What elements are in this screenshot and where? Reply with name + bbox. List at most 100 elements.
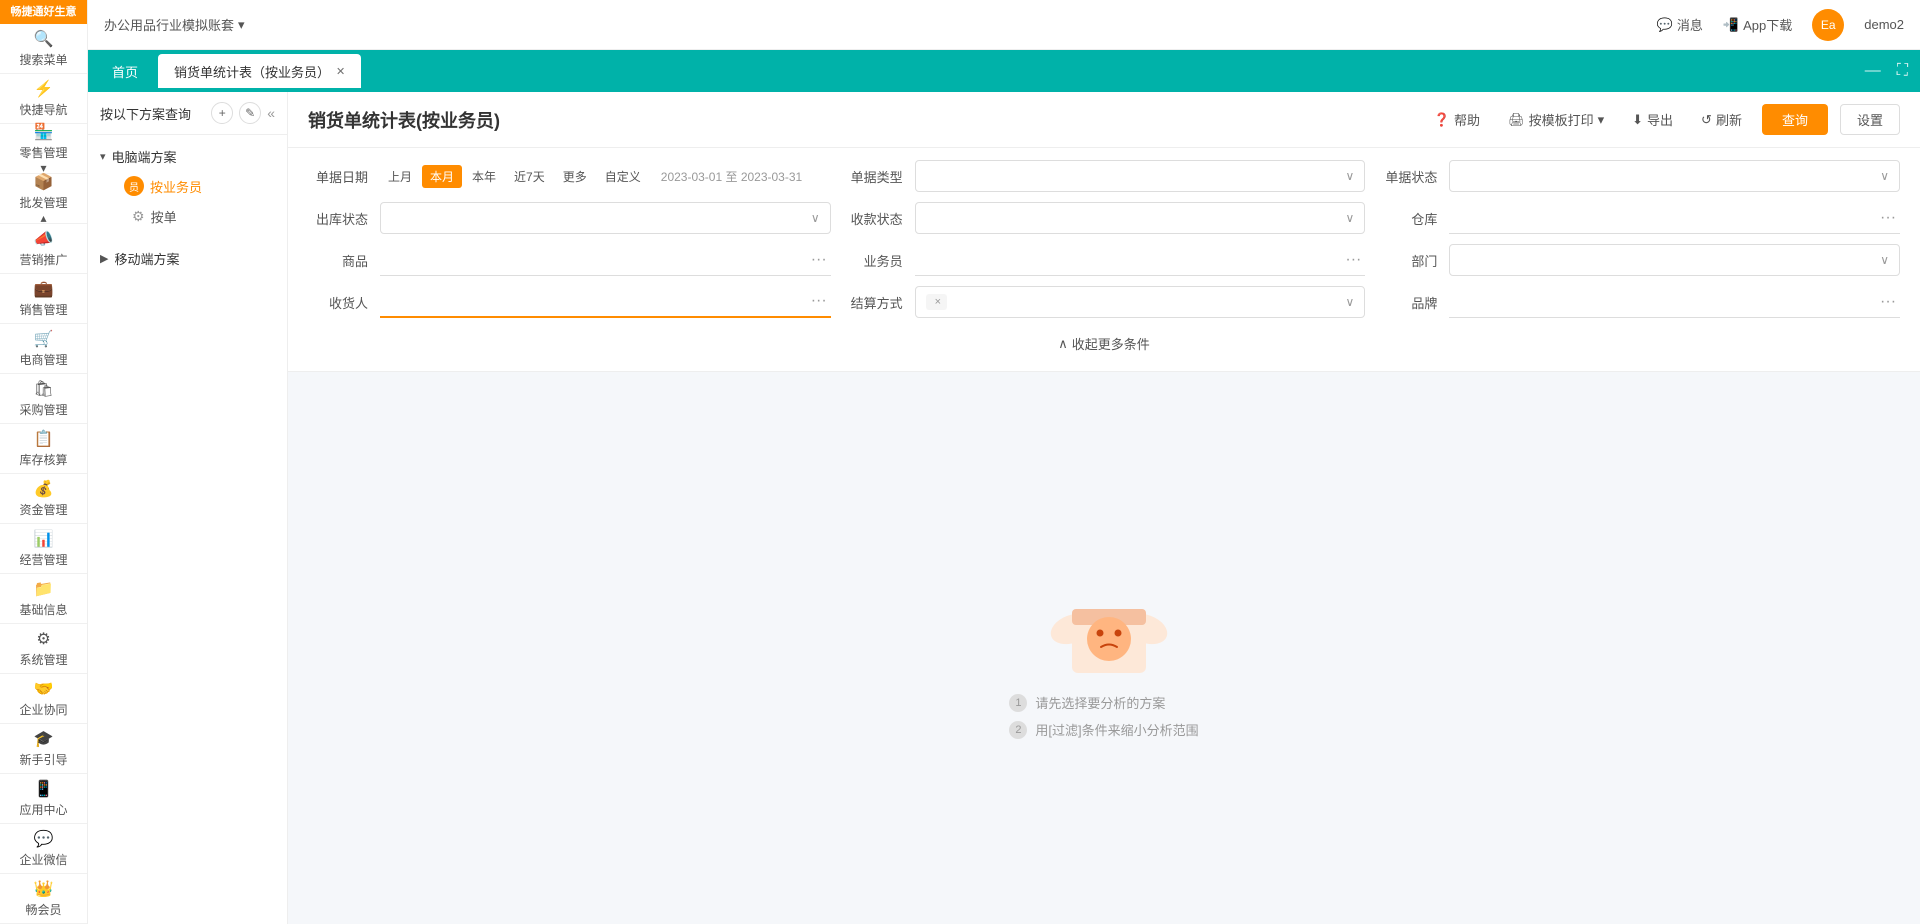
- brand-select[interactable]: ···: [1449, 286, 1900, 318]
- goods-label: 商品: [308, 251, 368, 270]
- app-selector[interactable]: 办公用品行业模拟账套 ▾: [104, 15, 245, 34]
- empty-illustration: [1044, 557, 1164, 677]
- right-main-panel: 销货单统计表(按业务员) ❓ 帮助 🖨 按模板打印 ▾ ⬇ 导出: [288, 92, 1920, 924]
- doc-status-select[interactable]: ∨: [1449, 160, 1900, 192]
- export-button[interactable]: ⬇ 导出: [1624, 106, 1681, 133]
- tab-minimize-icon[interactable]: —: [1861, 58, 1885, 84]
- scheme-item-salesperson[interactable]: 员 按业务员: [100, 170, 275, 202]
- filter-area: 单据日期 上月 本月 本年 近7天 更多 自定义 2023-03-01 至 20…: [288, 148, 1920, 372]
- sidebar-item-search[interactable]: 🔍 搜索菜单: [0, 24, 87, 74]
- sidebar-item-ecommerce[interactable]: 🛒 电商管理: [0, 324, 87, 374]
- settle-tag: ×: [926, 294, 947, 310]
- sidebar-item-wholesale[interactable]: 📦 批发管理 ▴: [0, 174, 87, 224]
- sidebar-item-basic[interactable]: 📁 基础信息: [0, 574, 87, 624]
- appcenter-icon: 📱: [34, 779, 54, 799]
- empty-hints: 1 请先选择要分析的方案 2 用[过滤]条件来缩小分析范围: [1009, 693, 1198, 739]
- sidebar-item-retail[interactable]: 🏪 零售管理 ▾: [0, 124, 87, 174]
- finance-icon: 💰: [34, 479, 54, 499]
- recv-status-select[interactable]: ∨: [915, 202, 1366, 234]
- dept-field: ∨: [1449, 244, 1900, 276]
- wholesale-expand-icon: ▴: [40, 211, 46, 225]
- doc-type-select[interactable]: ∨: [915, 160, 1366, 192]
- message-action[interactable]: 💬 消息: [1657, 15, 1703, 34]
- salesperson-field: ···: [915, 244, 1366, 276]
- collapse-filters-button[interactable]: ∧ 收起更多条件: [1052, 328, 1156, 359]
- date-tab-custom[interactable]: 自定义: [597, 165, 649, 188]
- sidebar-item-operation[interactable]: 📊 经营管理: [0, 524, 87, 574]
- warehouse-label: 仓库: [1377, 209, 1437, 228]
- date-tab-7days[interactable]: 近7天: [506, 165, 553, 188]
- warehouse-select[interactable]: ···: [1449, 202, 1900, 234]
- goods-select[interactable]: ···: [380, 244, 831, 276]
- enterprise-icon: 🤝: [34, 679, 54, 699]
- print-button[interactable]: 🖨 按模板打印 ▾: [1500, 106, 1612, 133]
- add-scheme-icon: +: [219, 106, 226, 120]
- sidebar-item-wechat[interactable]: 💬 企业微信: [0, 824, 87, 874]
- add-scheme-button[interactable]: +: [211, 102, 233, 124]
- collapse-panel-button[interactable]: «: [267, 105, 275, 121]
- date-tab-more[interactable]: 更多: [555, 165, 595, 188]
- app-download-action[interactable]: 📲 App下载: [1723, 15, 1792, 34]
- app-download-icon: 📲: [1723, 17, 1739, 33]
- sidebar-item-system[interactable]: ⚙ 系统管理: [0, 624, 87, 674]
- filter-row-3: 商品 ··· 业务员 ··· 部门: [308, 244, 1900, 276]
- tab-sales-stat[interactable]: 销货单统计表（按业务员） ✕: [158, 54, 361, 88]
- sidebar-item-member[interactable]: 👑 畅会员: [0, 874, 87, 924]
- app-selector-label: 办公用品行业模拟账套: [104, 15, 234, 34]
- dept-select[interactable]: ∨: [1449, 244, 1900, 276]
- empty-svg-illustration: [1044, 557, 1174, 677]
- tab-maximize-icon[interactable]: ⛶: [1893, 58, 1912, 84]
- mobile-scheme-group-header[interactable]: ▶ 移动端方案: [100, 243, 275, 274]
- out-status-select[interactable]: ∨: [380, 202, 831, 234]
- receiver-underline-select[interactable]: ···: [380, 286, 831, 318]
- settings-button[interactable]: 设置: [1840, 104, 1900, 135]
- date-tab-last-month[interactable]: 上月: [380, 165, 420, 188]
- help-label: 帮助: [1454, 110, 1480, 129]
- search-icon: 🔍: [34, 29, 54, 49]
- app-download-label: App下载: [1743, 15, 1792, 34]
- settle-tag-close-icon[interactable]: ×: [935, 296, 941, 308]
- sidebar-item-retail-label: 零售管理: [19, 144, 67, 161]
- desktop-scheme-group: ▾ 电脑端方案 员 按业务员 ⚙ 按单: [88, 135, 287, 239]
- sidebar-item-quicknav[interactable]: ⚡ 快捷导航: [0, 74, 87, 124]
- empty-state: 1 请先选择要分析的方案 2 用[过滤]条件来缩小分析范围: [288, 372, 1920, 924]
- scheme-item-by-order[interactable]: ⚙ 按单: [100, 202, 275, 231]
- settle-select[interactable]: × ∨: [915, 286, 1366, 318]
- query-button[interactable]: 查询: [1762, 104, 1828, 135]
- message-icon: 💬: [1657, 17, 1673, 33]
- sidebar-item-finance[interactable]: 💰 资金管理: [0, 474, 87, 524]
- salesperson-select[interactable]: ···: [915, 244, 1366, 276]
- sidebar-item-marketing[interactable]: 📣 营销推广: [0, 224, 87, 274]
- sidebar-item-newuser[interactable]: 🎓 新手引导: [0, 724, 87, 774]
- tab-close-icon[interactable]: ✕: [336, 65, 345, 78]
- sidebar-item-ecommerce-label: 电商管理: [19, 351, 67, 368]
- content-area: 按以下方案查询 + ✎ « ▾ 电脑端方案 员: [88, 92, 1920, 924]
- desktop-scheme-group-header[interactable]: ▾ 电脑端方案: [100, 143, 275, 170]
- date-label: 单据日期: [308, 167, 368, 186]
- edit-scheme-button[interactable]: ✎: [239, 102, 261, 124]
- expand-arrow-icon: ▾: [100, 150, 106, 163]
- hint-num-2: 2: [1009, 721, 1027, 739]
- print-icon: 🖨: [1508, 112, 1525, 128]
- retail-icon: 🏪: [34, 122, 54, 142]
- warehouse-field: ···: [1449, 202, 1900, 234]
- sidebar-item-enterprise[interactable]: 🤝 企业协同: [0, 674, 87, 724]
- hint-text-1: 请先选择要分析的方案: [1035, 693, 1165, 712]
- sidebar-item-sales[interactable]: 💼 销售管理: [0, 274, 87, 324]
- app-selector-chevron: ▾: [238, 17, 245, 33]
- user-avatar[interactable]: Ea: [1812, 9, 1844, 41]
- tab-bar: 首页 销货单统计表（按业务员） ✕ — ⛶: [88, 50, 1920, 92]
- date-tab-this-year[interactable]: 本年: [464, 165, 504, 188]
- sidebar-item-newuser-label: 新手引导: [19, 751, 67, 768]
- sidebar-item-inventory[interactable]: 📋 库存核算: [0, 424, 87, 474]
- sidebar-item-purchase[interactable]: 🛍 采购管理: [0, 374, 87, 424]
- help-button[interactable]: ❓ 帮助: [1426, 106, 1488, 133]
- date-tab-this-month[interactable]: 本月: [422, 165, 462, 188]
- recv-status-arrow: ∨: [1346, 211, 1355, 225]
- sidebar-item-appcenter[interactable]: 📱 应用中心: [0, 774, 87, 824]
- filter-row-2: 出库状态 ∨ 收款状态 ∨ 仓库: [308, 202, 1900, 234]
- tab-home[interactable]: 首页: [96, 54, 154, 88]
- filter-row-4: 收货人 ··· 结算方式 ×: [308, 286, 1900, 318]
- refresh-button[interactable]: ↺ 刷新: [1693, 106, 1750, 133]
- main-area: 办公用品行业模拟账套 ▾ 💬 消息 📲 App下载 Ea demo2 首页 销货…: [88, 0, 1920, 924]
